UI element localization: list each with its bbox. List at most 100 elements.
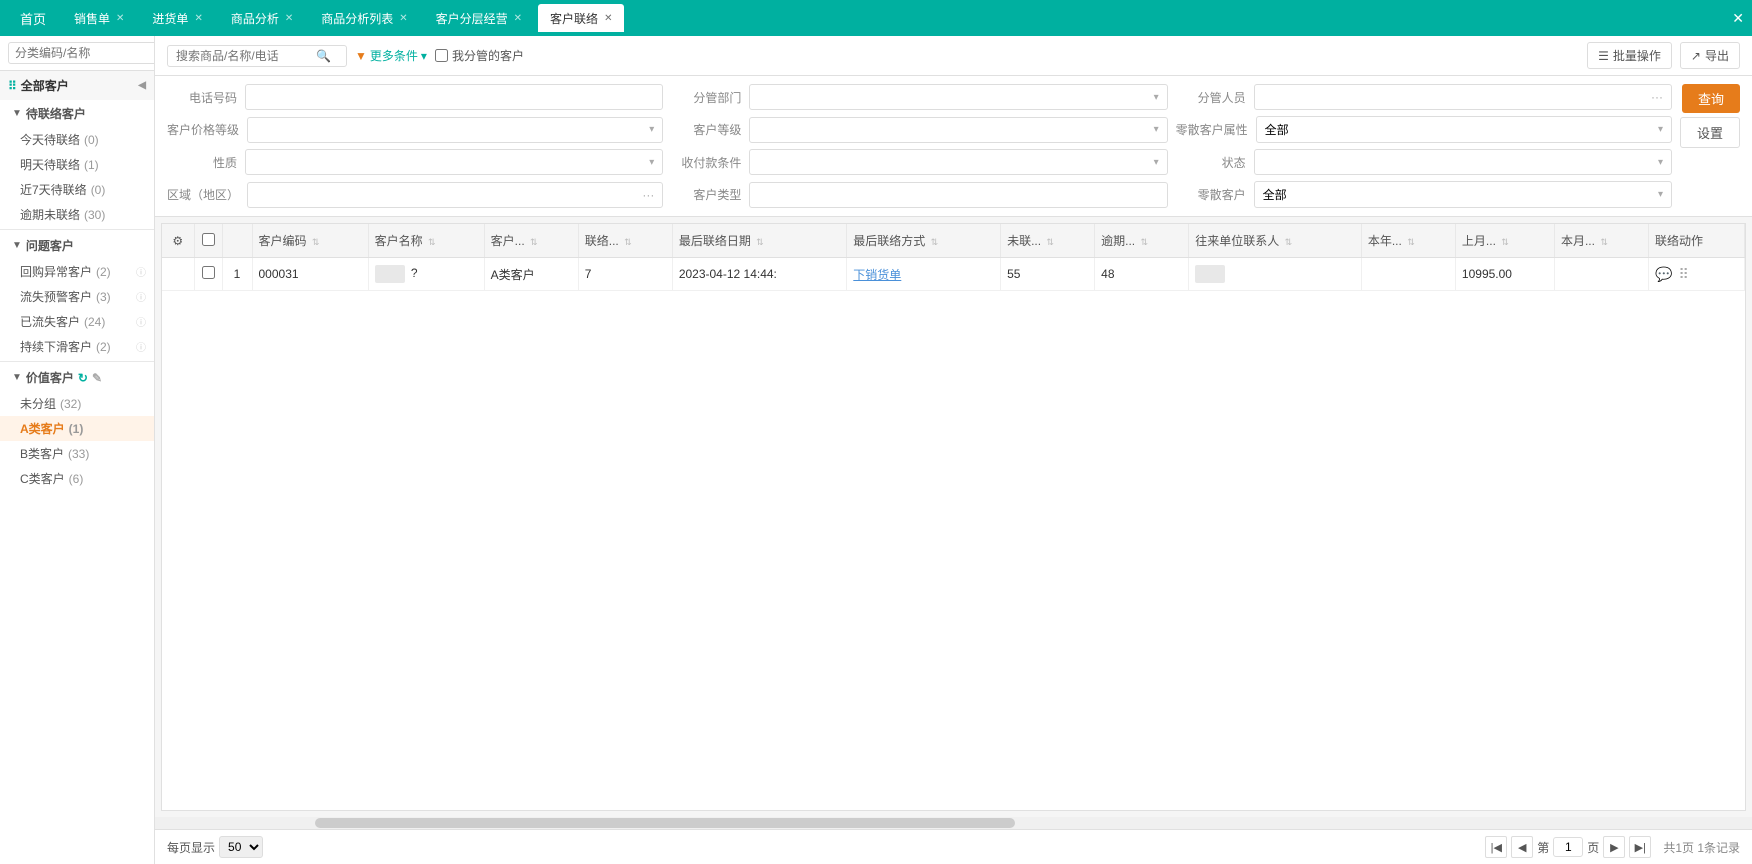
close-customer-tier-tab-icon[interactable]: ✕: [514, 13, 522, 24]
batch-operation-button[interactable]: ☰ 批量操作: [1587, 42, 1672, 69]
sidebar-all-customers[interactable]: ⠿ 全部客户 ◀: [0, 71, 154, 100]
type-sort-icon: ⇅: [530, 237, 538, 247]
sidebar-item-declining[interactable]: 持续下滑客户 (2) ⓘ: [0, 334, 154, 359]
filter-row-1: 电话号码 分管部门 ▾ 分管人员: [167, 84, 1672, 110]
col-type-header[interactable]: 客户... ⇅: [484, 224, 578, 258]
filter-search-icon[interactable]: 🔍: [316, 49, 331, 63]
close-all-tabs-icon[interactable]: ✕: [1732, 10, 1744, 27]
first-page-button[interactable]: |◀: [1485, 836, 1507, 858]
filter-payment-input[interactable]: ▾: [749, 149, 1167, 175]
next-page-button[interactable]: ▶: [1603, 836, 1625, 858]
sidebar-problem-customer-group[interactable]: ▼ 问题客户: [0, 232, 154, 259]
status-dropdown-icon: ▾: [1658, 157, 1663, 168]
scrollbar-thumb[interactable]: [315, 818, 1015, 828]
filter-search-input[interactable]: [176, 49, 316, 63]
contact-action-icon[interactable]: 💬: [1655, 266, 1672, 283]
setting-button[interactable]: 设置: [1680, 117, 1740, 148]
col-last-date-header[interactable]: 最后联络日期 ⇅: [672, 224, 846, 258]
gear-icon[interactable]: ⚙: [172, 234, 183, 248]
close-purchase-tab-icon[interactable]: ✕: [194, 13, 202, 24]
last-page-button[interactable]: ▶|: [1629, 836, 1651, 858]
close-sales-tab-icon[interactable]: ✕: [116, 13, 124, 24]
sidebar-item-b-class[interactable]: B类客户 (33): [0, 441, 154, 466]
horizontal-scrollbar[interactable]: [155, 817, 1752, 829]
col-this-month-header[interactable]: 本月... ⇅: [1554, 224, 1648, 258]
churn-warning-info-icon: ⓘ: [136, 289, 146, 304]
col-name-header[interactable]: 客户名称 ⇅: [368, 224, 484, 258]
filter-nature-input[interactable]: ▾: [245, 149, 663, 175]
my-customers-checkbox[interactable]: 我分管的客户: [435, 47, 524, 64]
this-month-sort-icon: ⇅: [1600, 237, 1608, 247]
export-button[interactable]: ↗ 导出: [1680, 42, 1740, 69]
value-refresh-icon[interactable]: ↻: [78, 371, 88, 385]
filter-manager-input[interactable]: ···: [1254, 84, 1672, 110]
action-icons-group: 💬 ⠿: [1655, 266, 1738, 283]
prev-page-button[interactable]: ◀: [1511, 836, 1533, 858]
row-check-cell[interactable]: [194, 258, 222, 291]
nav-tab-analysis-list[interactable]: 商品分析列表 ✕: [309, 4, 419, 32]
last-way-link[interactable]: 下销货单: [853, 268, 901, 282]
row-checkbox[interactable]: [202, 266, 215, 279]
sidebar-item-churned[interactable]: 已流失客户 (24) ⓘ: [0, 309, 154, 334]
sidebar-item-unclassified[interactable]: 未分组 (32): [0, 391, 154, 416]
col-overdue-header[interactable]: 逾期... ⇅: [1095, 224, 1189, 258]
sidebar-value-customer-group[interactable]: ▼ 价值客户 ↻ ✎: [0, 364, 154, 391]
col-gear-header[interactable]: ⚙: [162, 224, 194, 258]
row-contacts-cell: 7: [578, 258, 672, 291]
close-analysis-tab-icon[interactable]: ✕: [285, 13, 293, 24]
sidebar-item-overdue-contact[interactable]: 逾期未联络 (30): [0, 202, 154, 227]
sidebar-pending-contact-group[interactable]: ▼ 待联络客户: [0, 100, 154, 127]
name-sort-icon: ⇅: [428, 237, 436, 247]
page-size-select[interactable]: 50: [219, 836, 263, 858]
query-button[interactable]: 查询: [1682, 84, 1740, 113]
more-filters-button[interactable]: ▼ 更多条件 ▾: [355, 47, 427, 64]
close-customer-contact-tab-icon[interactable]: ✕: [604, 13, 612, 24]
filter-customer-type-input[interactable]: [749, 182, 1167, 208]
overdue-sort-icon: ⇅: [1141, 237, 1149, 247]
filter-customer-grade-input[interactable]: ▾: [749, 117, 1167, 143]
filter-search-box[interactable]: 🔍: [167, 45, 347, 67]
filter-region-input[interactable]: ···: [247, 182, 663, 208]
col-check-header[interactable]: [194, 224, 222, 258]
page-number-input[interactable]: [1553, 837, 1583, 857]
sidebar-divider-1: [0, 229, 154, 230]
col-last-way-header[interactable]: 最后联络方式 ⇅: [847, 224, 1001, 258]
nav-tab-sales[interactable]: 销售单 ✕: [62, 4, 136, 32]
sidebar-item-repurchase-abnormal[interactable]: 回购异常客户 (2) ⓘ: [0, 259, 154, 284]
sidebar-item-today-pending[interactable]: 今天待联络 (0): [0, 127, 154, 152]
my-customers-check-input[interactable]: [435, 49, 448, 62]
nav-tab-customer-tier[interactable]: 客户分层经营 ✕: [424, 4, 534, 32]
value-edit-icon[interactable]: ✎: [92, 371, 102, 385]
filter-retail-attr-input[interactable]: 全部 ▾: [1256, 116, 1672, 143]
more-action-icon[interactable]: ⠿: [1678, 266, 1688, 283]
sidebar-item-c-class[interactable]: C类客户 (6): [0, 466, 154, 491]
nav-home-tab[interactable]: 首页: [8, 9, 58, 28]
col-this-year-header[interactable]: 本年... ⇅: [1361, 224, 1455, 258]
select-all-checkbox[interactable]: [202, 233, 215, 246]
col-no-contact-header[interactable]: 未联... ⇅: [1001, 224, 1095, 258]
filter-price-grade-input[interactable]: ▾: [247, 117, 663, 143]
close-analysis-list-tab-icon[interactable]: ✕: [399, 13, 407, 24]
row-last-way-cell[interactable]: 下销货单: [847, 258, 1001, 291]
filter-phone-input[interactable]: [245, 84, 663, 110]
col-history-contact-header[interactable]: 往来单位联系人 ⇅: [1189, 224, 1362, 258]
sidebar-item-7days-pending[interactable]: 近7天待联络 (0): [0, 177, 154, 202]
sidebar-item-a-class[interactable]: A类客户 (1): [0, 416, 154, 441]
nav-tab-customer-contact[interactable]: 客户联络 ✕: [538, 4, 624, 32]
sidebar-collapse-icon[interactable]: ◀: [138, 80, 146, 91]
col-code-header[interactable]: 客户编码 ⇅: [252, 224, 368, 258]
filter-price-grade-field: 客户价格等级 ▾: [167, 117, 663, 143]
filter-dept-input[interactable]: ▾: [749, 84, 1167, 110]
sidebar-item-tomorrow-pending[interactable]: 明天待联络 (1): [0, 152, 154, 177]
filter-status-input[interactable]: ▾: [1254, 149, 1672, 175]
sidebar-search-input[interactable]: [8, 42, 155, 64]
top-nav: 首页 销售单 ✕ 进货单 ✕ 商品分析 ✕ 商品分析列表 ✕ 客户分层经营 ✕ …: [0, 0, 1752, 36]
filter-region-field: 区域（地区） ···: [167, 182, 663, 208]
col-contacts-header[interactable]: 联络... ⇅: [578, 224, 672, 258]
sidebar-item-churn-warning[interactable]: 流失预警客户 (3) ⓘ: [0, 284, 154, 309]
filter-retail-customer-input[interactable]: 全部 ▾: [1254, 181, 1672, 208]
col-last-month-header[interactable]: 上月... ⇅: [1455, 224, 1554, 258]
filter-row-2: 客户价格等级 ▾ 客户等级 ▾: [167, 116, 1672, 143]
nav-tab-purchase[interactable]: 进货单 ✕: [140, 4, 214, 32]
nav-tab-analysis[interactable]: 商品分析 ✕: [219, 4, 305, 32]
